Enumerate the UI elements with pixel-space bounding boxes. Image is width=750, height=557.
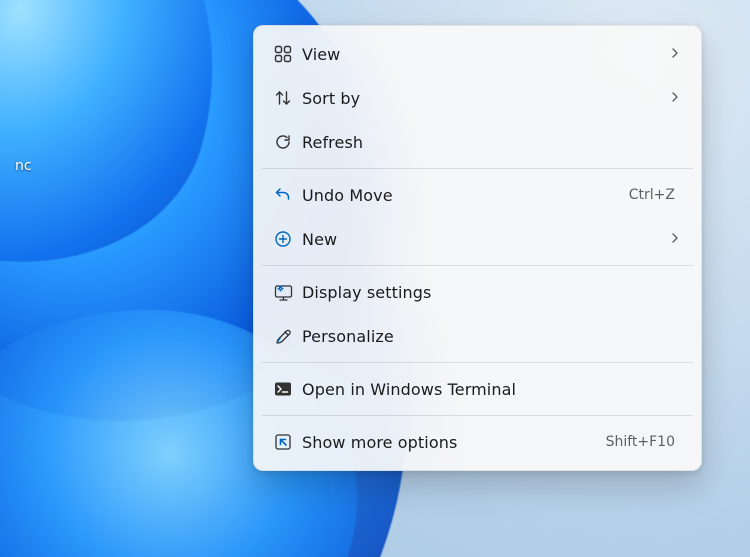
menu-item-label: Open in Windows Terminal [302,380,681,399]
desktop-context-menu: View Sort by Refresh [253,25,702,471]
menu-item-label: Show more options [302,433,606,452]
show-more-options-icon [274,433,302,451]
menu-item-label: View [302,45,669,64]
chevron-right-icon [669,230,681,248]
menu-item-accelerator: Ctrl+Z [629,187,675,203]
terminal-icon [274,380,302,398]
menu-item-view[interactable]: View [260,32,695,76]
menu-item-terminal[interactable]: Open in Windows Terminal [260,367,695,411]
new-icon [274,230,302,248]
menu-item-sort-by[interactable]: Sort by [260,76,695,120]
undo-icon [274,186,302,204]
menu-item-accelerator: Shift+F10 [606,434,675,450]
chevron-right-icon [669,89,681,107]
refresh-icon [274,133,302,151]
menu-item-undo[interactable]: Undo Move Ctrl+Z [260,173,695,217]
menu-separator [262,168,693,169]
menu-item-label: Display settings [302,283,681,302]
menu-item-label: Undo Move [302,186,629,205]
chevron-right-icon [669,45,681,63]
view-icon [274,45,302,63]
sort-icon [274,89,302,107]
menu-item-new[interactable]: New [260,217,695,261]
display-settings-icon [274,283,302,302]
menu-item-label: Refresh [302,133,681,152]
menu-separator [262,415,693,416]
menu-separator [262,362,693,363]
menu-item-label: Personalize [302,327,681,346]
menu-separator [262,265,693,266]
menu-item-label: Sort by [302,89,669,108]
menu-item-label: New [302,230,669,249]
menu-item-display-settings[interactable]: Display settings [260,270,695,314]
menu-item-show-more-options[interactable]: Show more options Shift+F10 [260,420,695,464]
menu-item-personalize[interactable]: Personalize [260,314,695,358]
personalize-icon [274,327,302,346]
menu-item-refresh[interactable]: Refresh [260,120,695,164]
